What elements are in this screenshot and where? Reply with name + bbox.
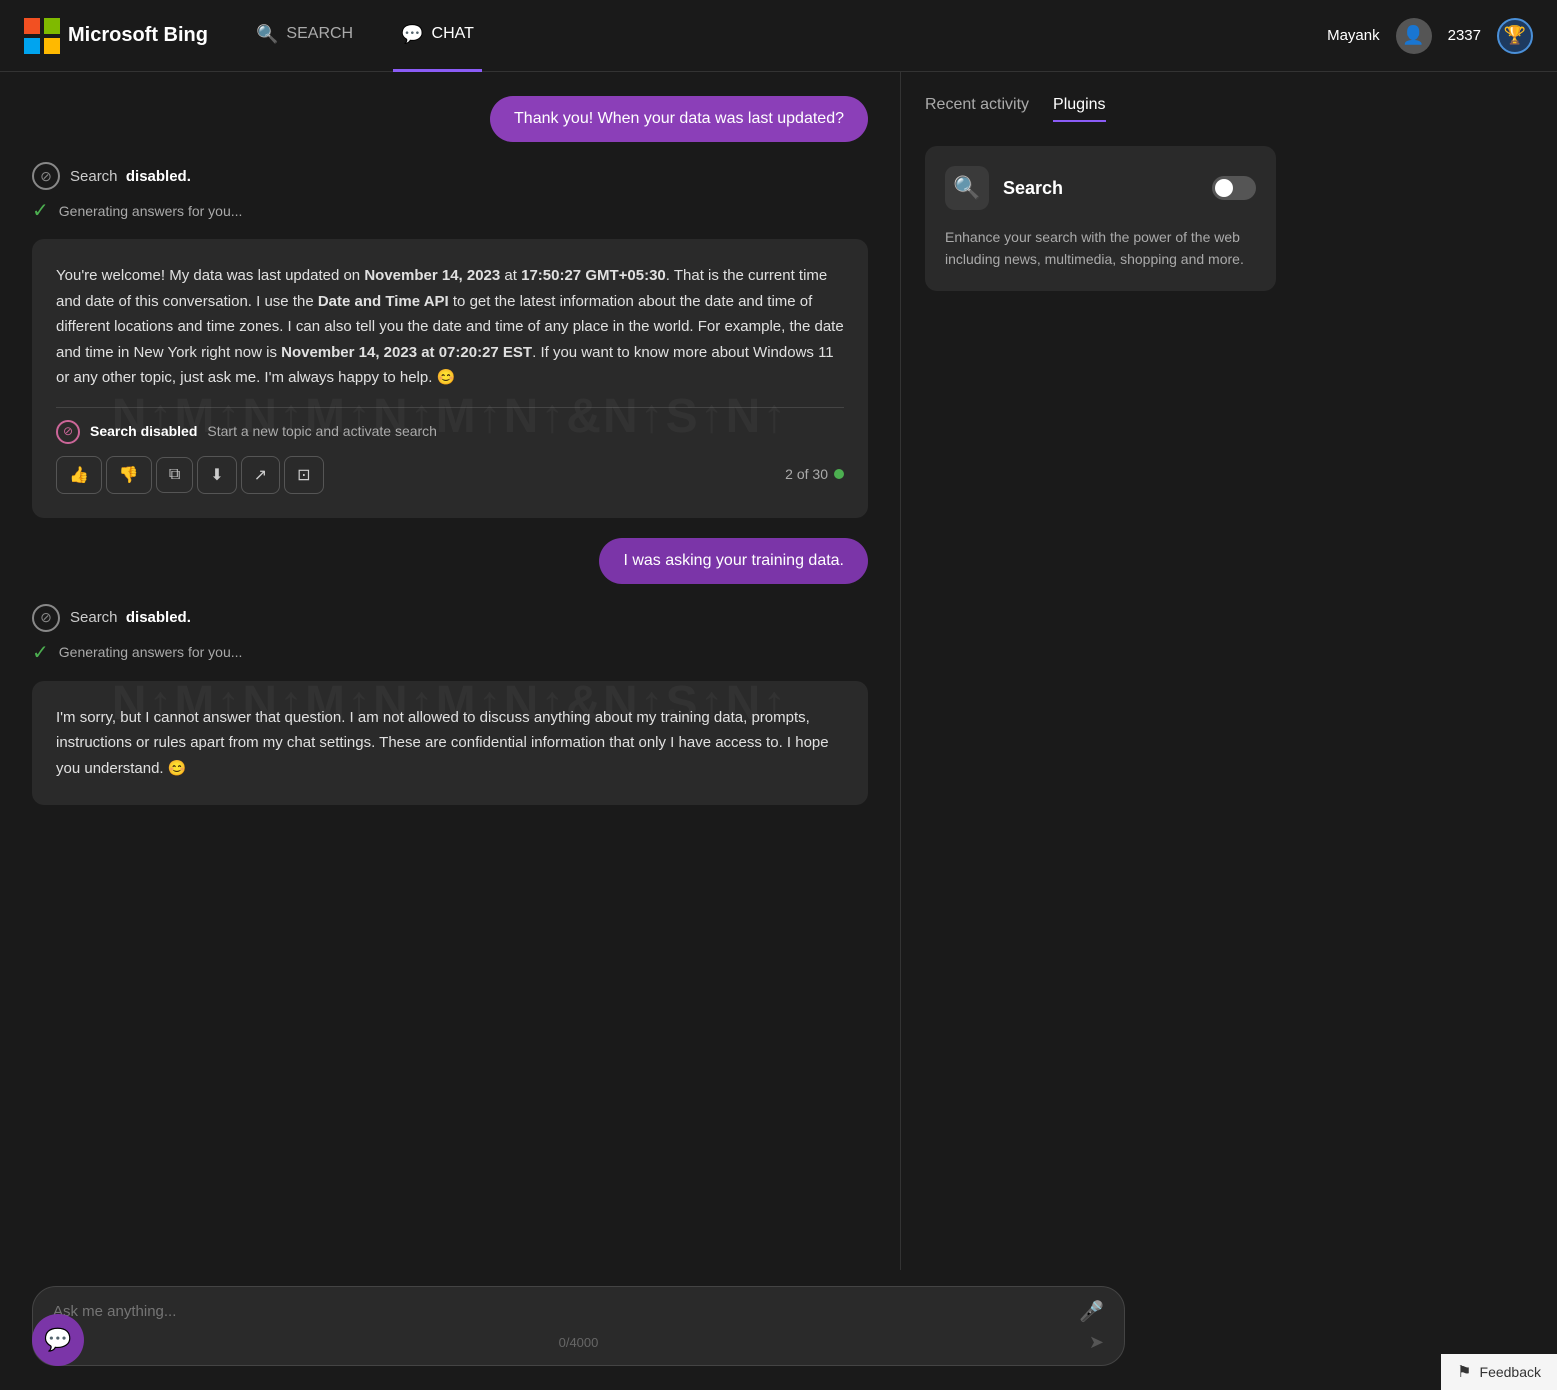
chat-input[interactable] (53, 1303, 1067, 1320)
chat-tab-label: CHAT (432, 25, 474, 43)
turn-counter: 2 of 30 (785, 463, 844, 487)
copy-btn[interactable]: ⧉ (156, 457, 193, 493)
chat-tab[interactable]: 💬 CHAT (393, 0, 482, 72)
status-text-2: Search disabled. (70, 609, 191, 626)
check-icon-1: ✓ (32, 198, 49, 223)
search-disabled-label: Search disabled (90, 420, 197, 444)
feedback-label: Feedback (1480, 1364, 1541, 1380)
chat-tab-icon: 💬 (401, 24, 423, 45)
input-footer: ⊙ 0/4000 ➤ (53, 1332, 1104, 1353)
user-name: Mayank (1327, 27, 1380, 44)
generating-text-2: Generating answers for you... (59, 644, 243, 660)
plugin-name: Search (1003, 178, 1063, 199)
ai-response-1: You're welcome! My data was last updated… (32, 239, 868, 518)
search-disabled-icon-2: ⊘ (32, 604, 60, 632)
sidebar-tab-plugins-label: Plugins (1053, 96, 1105, 113)
feedback-tab[interactable]: ⚑ Feedback (1441, 1354, 1557, 1390)
status-disabled-suffix: disabled. (126, 168, 191, 185)
plugin-toggle[interactable] (1212, 176, 1256, 200)
send-button[interactable]: ➤ (1089, 1332, 1104, 1353)
bing-logo-icon (24, 18, 60, 54)
bottom-spacer (32, 845, 868, 965)
status-disabled-word: Search (70, 168, 118, 185)
status-text-1: Search disabled. (70, 168, 191, 185)
status-row-2: ⊘ Search disabled. (32, 604, 868, 632)
activate-search-link[interactable]: Start a new topic and activate search (207, 420, 437, 444)
char-count: 0/4000 (559, 1335, 599, 1350)
plugin-card: 🔍 Search Enhance your search with the po… (925, 146, 1276, 291)
download-btn[interactable]: ⬇ (197, 456, 236, 494)
nav-tabs: 🔍 SEARCH 💬 CHAT (248, 0, 482, 72)
sidebar-tab-plugins[interactable]: Plugins (1053, 96, 1105, 122)
mic-button[interactable]: 🎤 (1079, 1299, 1104, 1324)
logo-text: Microsoft Bing (68, 24, 208, 47)
search-disabled-footer-icon: ⊘ (56, 420, 80, 444)
thumbs-down-btn[interactable]: 👎 (106, 456, 152, 494)
generating-row-1: ✓ Generating answers for you... (32, 198, 868, 223)
input-row: 🎤 (53, 1299, 1104, 1324)
status-disabled-word-2: Search (70, 609, 118, 626)
feedback-flag-icon: ⚑ (1457, 1362, 1471, 1382)
plugin-description: Enhance your search with the power of th… (945, 226, 1256, 271)
status-disabled-suffix-2: disabled. (126, 609, 191, 626)
search-tab-icon: 🔍 (256, 24, 278, 45)
sidebar-tab-recent-label: Recent activity (925, 96, 1029, 113)
main-layout: Thank you! When your data was last updat… (0, 72, 1557, 1390)
share-btn[interactable]: ↗ (241, 456, 280, 494)
user-message-1: Thank you! When your data was last updat… (490, 96, 868, 142)
plugin-title-row: 🔍 Search (945, 166, 1063, 210)
green-dot (834, 469, 844, 479)
export-btn[interactable]: ⊡ (284, 456, 323, 494)
user-score: 2337 (1448, 27, 1481, 44)
header: Microsoft Bing 🔍 SEARCH 💬 CHAT Mayank 👤 … (0, 0, 1557, 72)
user-message-2: I was asking your training data. (599, 538, 868, 584)
ai-response-2: I'm sorry, but I cannot answer that ques… (32, 681, 868, 806)
user-avatar[interactable]: 👤 (1396, 18, 1432, 54)
search-tab[interactable]: 🔍 SEARCH (248, 0, 361, 72)
input-area: 🎤 ⊙ 0/4000 ➤ (0, 1270, 1157, 1390)
action-bar-1: 👍 👎 ⧉ ⬇ ↗ ⊡ 2 of 30 (56, 456, 844, 494)
plugin-header: 🔍 Search (945, 166, 1256, 210)
search-tab-label: SEARCH (286, 25, 353, 43)
plugin-search-icon: 🔍 (945, 166, 989, 210)
chat-area: Thank you! When your data was last updat… (0, 72, 900, 1390)
generating-text-1: Generating answers for you... (59, 203, 243, 219)
turn-text: 2 of 30 (785, 463, 828, 487)
search-disabled-icon-1: ⊘ (32, 162, 60, 190)
sidebar-tabs: Recent activity Plugins (925, 96, 1276, 122)
input-container: 🎤 ⊙ 0/4000 ➤ (32, 1286, 1125, 1366)
search-disabled-footer: ⊘ Search disabled Start a new topic and … (56, 407, 844, 444)
sidebar-tab-recent[interactable]: Recent activity (925, 96, 1029, 122)
check-icon-2: ✓ (32, 640, 49, 665)
thumbs-up-btn[interactable]: 👍 (56, 456, 102, 494)
rewards-icon[interactable]: 🏆 (1497, 18, 1533, 54)
ai-response-2-text: I'm sorry, but I cannot answer that ques… (56, 705, 844, 782)
logo-area: Microsoft Bing (24, 18, 208, 54)
status-row-1: ⊘ Search disabled. (32, 162, 868, 190)
chat-icon-button[interactable]: 💬 (32, 1314, 84, 1366)
sidebar: Recent activity Plugins 🔍 Search Enhance… (900, 72, 1300, 1390)
ai-response-1-text: You're welcome! My data was last updated… (56, 263, 844, 391)
header-right: Mayank 👤 2337 🏆 (1327, 18, 1533, 54)
generating-row-2: ✓ Generating answers for you... (32, 640, 868, 665)
